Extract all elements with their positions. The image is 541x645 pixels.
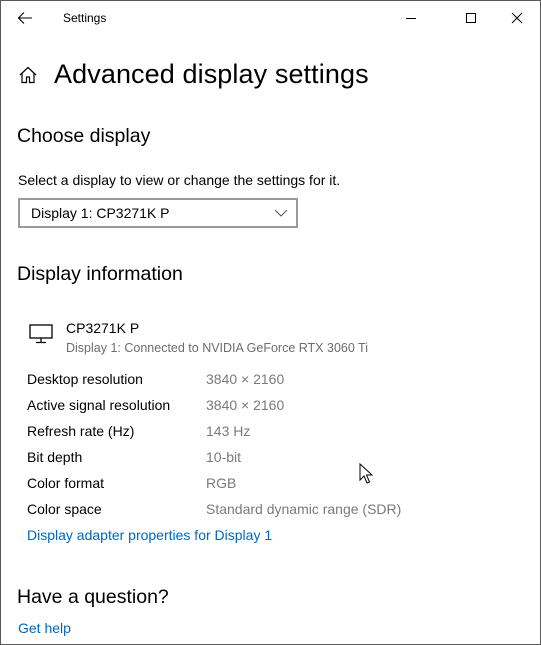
chevron-down-icon <box>274 209 288 217</box>
info-label: Color format <box>27 475 105 491</box>
info-row-color-format: Color format RGB <box>27 475 236 491</box>
display-select[interactable]: Display 1: CP3271K P <box>18 198 298 228</box>
page-title: Advanced display settings <box>54 59 369 89</box>
info-value: 143 Hz <box>206 423 251 439</box>
have-a-question-heading: Have a question? <box>17 586 169 608</box>
arrow-left-icon <box>17 12 32 24</box>
monitor-summary: CP3271K P Display 1: Connected to NVIDIA… <box>29 320 368 355</box>
display-select-value: Display 1: CP3271K P <box>31 205 170 221</box>
window-title: Settings <box>63 11 107 25</box>
choose-display-description: Select a display to view or change the s… <box>18 172 341 188</box>
settings-window: Settings Advanced display settings Choos… <box>0 0 541 645</box>
home-icon <box>19 66 37 83</box>
page-header: Advanced display settings <box>17 59 369 90</box>
title-bar: Settings <box>1 1 540 34</box>
info-label: Desktop resolution <box>27 371 143 387</box>
info-label: Active signal resolution <box>27 397 171 413</box>
display-information-heading: Display information <box>17 263 183 285</box>
info-value: 3840 × 2160 <box>206 397 285 413</box>
get-help-link[interactable]: Get help <box>18 620 71 636</box>
info-value: 10-bit <box>206 449 242 465</box>
close-button[interactable] <box>494 1 540 34</box>
monitor-icon <box>29 324 53 344</box>
info-label: Bit depth <box>27 449 83 465</box>
info-row-refresh-rate: Refresh rate (Hz) 143 Hz <box>27 423 250 439</box>
minimize-icon <box>406 17 416 19</box>
display-adapter-properties-link[interactable]: Display adapter properties for Display 1 <box>27 527 272 543</box>
close-icon <box>511 12 523 23</box>
info-value: 3840 × 2160 <box>206 371 285 387</box>
info-row-active-signal-resolution: Active signal resolution 3840 × 2160 <box>27 397 284 413</box>
info-label: Color space <box>27 501 102 517</box>
info-row-desktop-resolution: Desktop resolution 3840 × 2160 <box>27 371 284 387</box>
maximize-button[interactable] <box>448 1 494 34</box>
home-button[interactable] <box>17 64 39 86</box>
info-row-bit-depth: Bit depth 10-bit <box>27 449 241 465</box>
info-label: Refresh rate (Hz) <box>27 423 135 439</box>
monitor-name: CP3271K P <box>66 320 140 336</box>
info-row-color-space: Color space Standard dynamic range (SDR) <box>27 501 401 517</box>
info-value: RGB <box>206 475 237 491</box>
back-button[interactable] <box>9 3 41 33</box>
info-value: Standard dynamic range (SDR) <box>206 501 402 517</box>
maximize-icon <box>466 12 476 23</box>
monitor-subtitle: Display 1: Connected to NVIDIA GeForce R… <box>66 341 368 355</box>
mouse-pointer-icon <box>359 463 373 484</box>
minimize-button[interactable] <box>388 1 434 34</box>
choose-display-heading: Choose display <box>17 125 151 147</box>
